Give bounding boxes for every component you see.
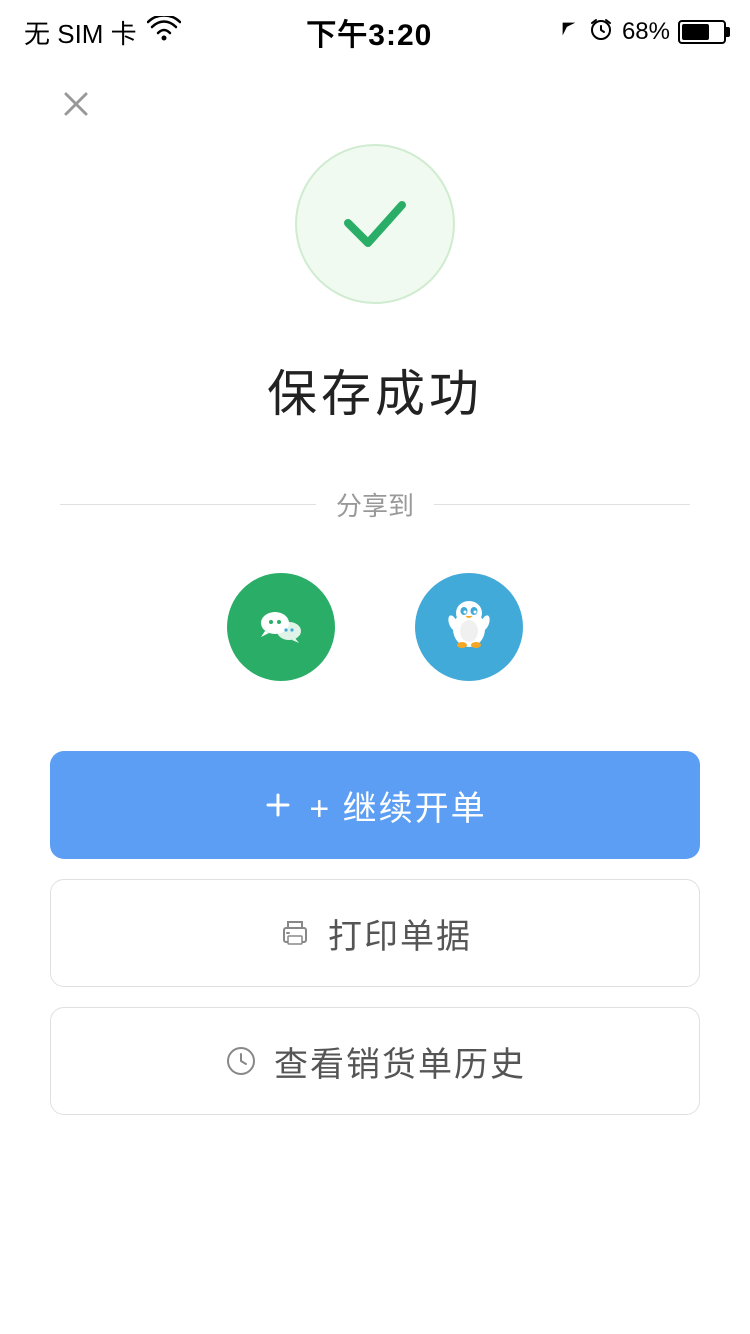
close-button[interactable] [50,78,102,130]
clock-icon [224,1044,258,1078]
share-divider: 分享到 [60,486,690,523]
divider-line-right [434,504,690,505]
success-section: 保存成功 分享到 [0,64,750,1115]
checkmark-icon [330,177,420,272]
share-label: 分享到 [336,486,414,523]
print-button[interactable]: 打印单据 [50,879,700,987]
sim-text: 无 SIM 卡 [24,14,137,51]
status-left: 无 SIM 卡 [24,14,181,51]
share-section: 分享到 [0,486,750,681]
history-label: 查看销货单历史 [274,1037,526,1086]
divider-line-left [60,504,316,505]
plus-icon [263,790,293,820]
share-wechat-button[interactable] [227,573,335,681]
success-title: 保存成功 [267,354,483,426]
status-right: 68% [558,16,726,49]
action-buttons: + 继续开单 打印单据 查看销 [0,751,750,1115]
history-button[interactable]: 查看销货单历史 [50,1007,700,1115]
status-time: 下午3:20 [306,10,432,54]
status-bar: 无 SIM 卡 下午3:20 68% [0,0,750,64]
location-icon [558,18,580,47]
share-icons [60,573,690,681]
battery-percent: 68% [622,18,670,46]
print-label: 打印单据 [328,909,472,958]
share-qq-button[interactable] [415,573,523,681]
continue-button[interactable]: + 继续开单 [50,751,700,859]
continue-label: + 继续开单 [309,781,486,830]
wifi-icon [147,16,181,49]
battery-icon [678,20,726,44]
success-circle [295,144,455,304]
alarm-icon [588,16,614,49]
print-icon [278,916,312,950]
